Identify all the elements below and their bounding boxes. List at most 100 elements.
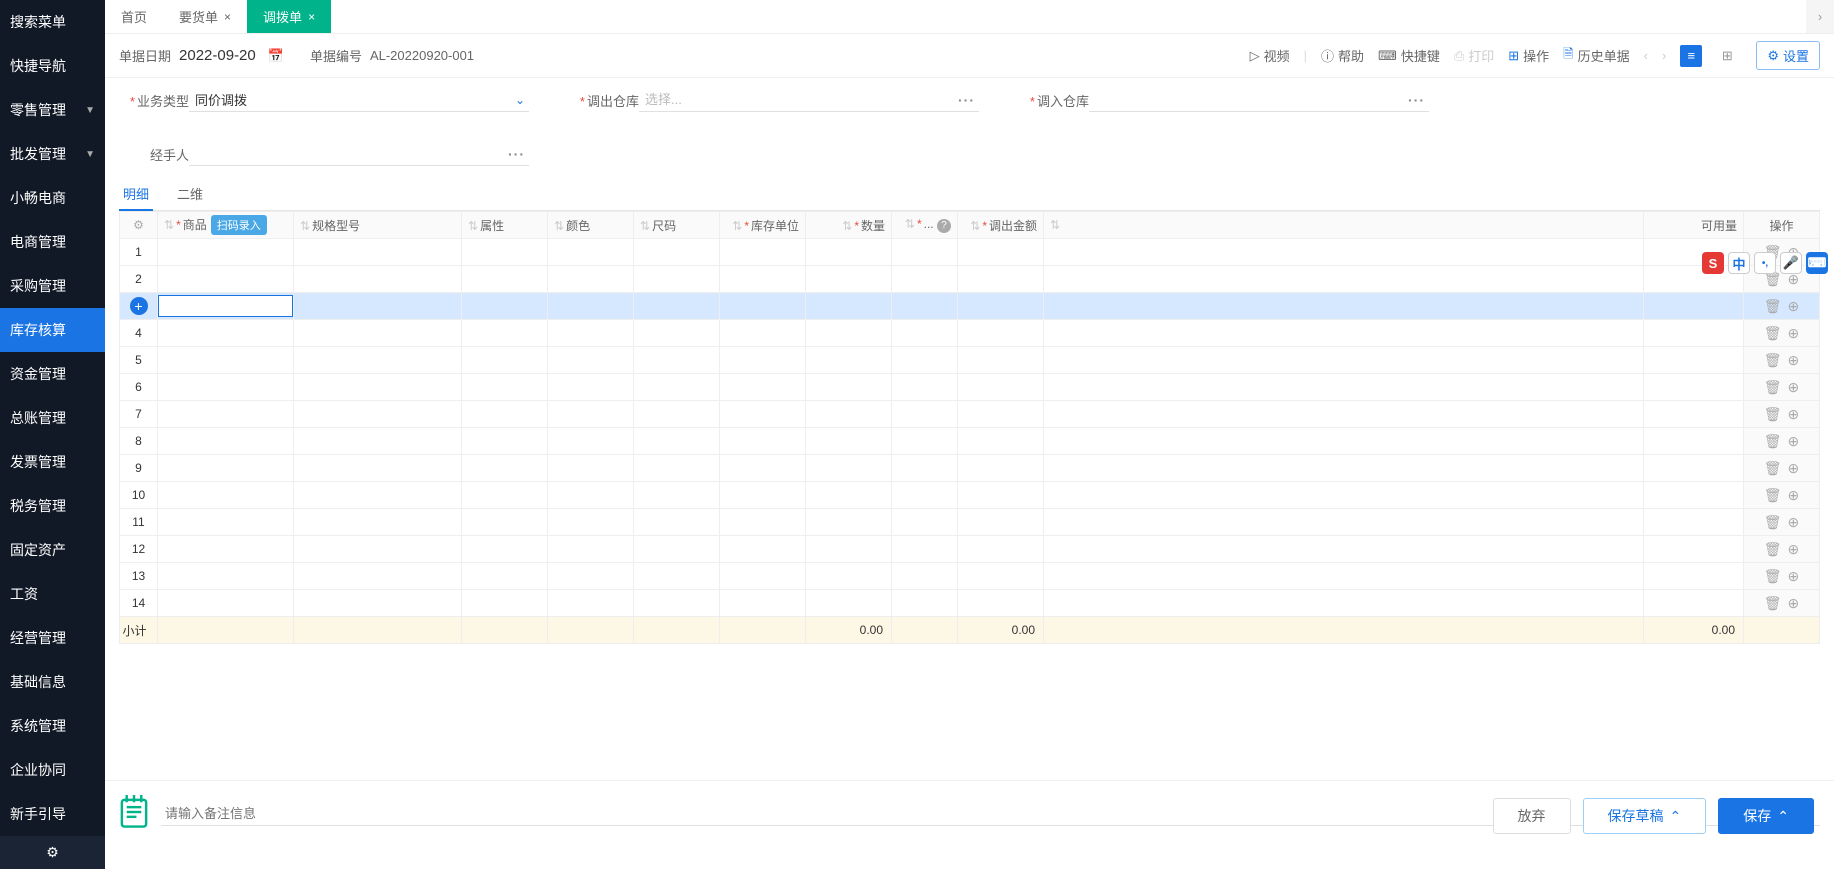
print-button[interactable]: ⎙打印: [1454, 46, 1494, 65]
table-row[interactable]: 9🗑⊕: [120, 455, 1820, 482]
insert-row-icon[interactable]: ⊕: [1788, 379, 1800, 395]
sidebar-item[interactable]: 工资: [0, 572, 105, 616]
delete-row-icon[interactable]: 🗑: [1764, 487, 1782, 503]
col-amount[interactable]: ⇅*调出金额: [958, 212, 1044, 239]
setting-button[interactable]: ⚙设置: [1756, 41, 1820, 70]
delete-row-icon[interactable]: 🗑: [1764, 541, 1782, 557]
table-row[interactable]: 4🗑⊕: [120, 320, 1820, 347]
discard-button[interactable]: 放弃: [1493, 798, 1571, 834]
shortcut-button[interactable]: ⌨快捷键: [1378, 46, 1440, 65]
table-row[interactable]: 6🗑⊕: [120, 374, 1820, 401]
more-icon[interactable]: ···: [1408, 92, 1425, 108]
delete-row-icon[interactable]: 🗑: [1764, 514, 1782, 530]
next-record-button[interactable]: ›: [1662, 48, 1666, 63]
insert-row-icon[interactable]: ⊕: [1788, 460, 1800, 476]
sidebar-item[interactable]: 电商管理: [0, 220, 105, 264]
delete-row-icon[interactable]: 🗑: [1764, 352, 1782, 368]
calendar-icon[interactable]: 📅: [268, 48, 284, 64]
table-row[interactable]: 8🗑⊕: [120, 428, 1820, 455]
table-row[interactable]: 1🗑⊕: [120, 239, 1820, 266]
tabs-expand[interactable]: ›: [1806, 0, 1834, 33]
delete-row-icon[interactable]: 🗑: [1764, 406, 1782, 422]
table-row[interactable]: 14🗑⊕: [120, 590, 1820, 617]
table-row[interactable]: 5🗑⊕: [120, 347, 1820, 374]
save-draft-button[interactable]: 保存草稿⌃: [1583, 798, 1707, 834]
sidebar-item[interactable]: 企业协同: [0, 748, 105, 792]
in-warehouse-input[interactable]: [1089, 88, 1429, 112]
sidebar-item[interactable]: 小畅电商: [0, 176, 105, 220]
table-row[interactable]: 2🗑⊕: [120, 266, 1820, 293]
tab[interactable]: 要货单×: [163, 0, 247, 33]
insert-row-icon[interactable]: ⊕: [1788, 433, 1800, 449]
table-row[interactable]: + 🗑 ⊕: [120, 293, 1820, 320]
add-row-button[interactable]: +: [130, 297, 148, 315]
subtab-matrix[interactable]: 二维: [173, 178, 207, 210]
tab[interactable]: 首页: [105, 0, 163, 33]
sidebar-item[interactable]: 基础信息: [0, 660, 105, 704]
view-mode-grid-icon[interactable]: ⊞: [1716, 45, 1738, 67]
sidebar-item[interactable]: 发票管理: [0, 440, 105, 484]
delete-row-icon[interactable]: 🗑: [1764, 460, 1782, 476]
col-spec[interactable]: ⇅规格型号: [294, 212, 462, 239]
delete-row-icon[interactable]: 🗑: [1764, 298, 1782, 314]
col-qty[interactable]: ⇅*数量: [806, 212, 892, 239]
delete-row-icon[interactable]: 🗑: [1764, 568, 1782, 584]
help-button[interactable]: ⓘ帮助: [1321, 46, 1364, 65]
delete-row-icon[interactable]: 🗑: [1764, 595, 1782, 611]
col-settings[interactable]: ⚙: [120, 212, 158, 239]
close-icon[interactable]: ×: [308, 10, 315, 24]
sidebar-item[interactable]: 零售管理▼: [0, 88, 105, 132]
video-button[interactable]: ▷视频: [1250, 46, 1290, 65]
ime-lang-icon[interactable]: 中: [1728, 252, 1750, 274]
sidebar-item[interactable]: 税务管理: [0, 484, 105, 528]
product-cell-input[interactable]: [158, 295, 293, 317]
table-row[interactable]: 12🗑⊕: [120, 536, 1820, 563]
sidebar-item[interactable]: 固定资产: [0, 528, 105, 572]
insert-row-icon[interactable]: ⊕: [1788, 406, 1800, 422]
subtab-detail[interactable]: 明细: [119, 178, 153, 211]
sidebar-settings[interactable]: ⚙: [0, 836, 105, 869]
delete-row-icon[interactable]: 🗑: [1764, 325, 1782, 341]
insert-row-icon[interactable]: ⊕: [1788, 487, 1800, 503]
sidebar-item[interactable]: 系统管理: [0, 704, 105, 748]
close-icon[interactable]: ×: [224, 10, 231, 24]
out-warehouse-input[interactable]: [639, 88, 979, 112]
tab[interactable]: 调拨单×: [247, 0, 331, 33]
table-row[interactable]: 7🗑⊕: [120, 401, 1820, 428]
col-color[interactable]: ⇅颜色: [548, 212, 634, 239]
scan-input-button[interactable]: 扫码录入: [211, 215, 267, 235]
delete-row-icon[interactable]: 🗑: [1764, 379, 1782, 395]
sidebar-item[interactable]: 批发管理▼: [0, 132, 105, 176]
sidebar-item[interactable]: 经营管理: [0, 616, 105, 660]
insert-row-icon[interactable]: ⊕: [1788, 325, 1800, 341]
prev-record-button[interactable]: ‹: [1644, 48, 1648, 63]
sidebar-item[interactable]: 库存核算: [0, 308, 105, 352]
col-size[interactable]: ⇅尺码: [634, 212, 720, 239]
col-avail[interactable]: 可用量: [1644, 212, 1744, 239]
table-row[interactable]: 10🗑⊕: [120, 482, 1820, 509]
ime-keyboard-icon[interactable]: ⌨: [1806, 252, 1828, 274]
date-value[interactable]: 2022-09-20: [179, 47, 256, 64]
more-icon[interactable]: ···: [958, 92, 975, 108]
sidebar-item[interactable]: 新手引导: [0, 792, 105, 836]
biz-type-input[interactable]: [189, 88, 529, 112]
more-icon[interactable]: ···: [508, 146, 525, 162]
insert-row-icon[interactable]: ⊕: [1788, 298, 1800, 314]
handler-input[interactable]: [189, 142, 529, 166]
insert-row-icon[interactable]: ⊕: [1788, 541, 1800, 557]
insert-row-icon[interactable]: ⊕: [1788, 568, 1800, 584]
ime-punct-icon[interactable]: •,: [1754, 252, 1776, 274]
sidebar-item[interactable]: 搜索菜单: [0, 0, 105, 44]
sidebar-item[interactable]: 资金管理: [0, 352, 105, 396]
insert-row-icon[interactable]: ⊕: [1788, 514, 1800, 530]
operate-button[interactable]: ⊞操作: [1508, 46, 1549, 65]
insert-row-icon[interactable]: ⊕: [1788, 352, 1800, 368]
table-row[interactable]: 13🗑⊕: [120, 563, 1820, 590]
sidebar-item[interactable]: 采购管理: [0, 264, 105, 308]
sogou-icon[interactable]: S: [1702, 252, 1724, 274]
col-unit[interactable]: ⇅*库存单位: [720, 212, 806, 239]
table-row[interactable]: 11🗑⊕: [120, 509, 1820, 536]
history-button[interactable]: 🗎历史单据: [1563, 45, 1629, 67]
col-product[interactable]: ⇅*商品扫码录入: [158, 212, 294, 239]
save-button[interactable]: 保存⌃: [1718, 798, 1814, 834]
